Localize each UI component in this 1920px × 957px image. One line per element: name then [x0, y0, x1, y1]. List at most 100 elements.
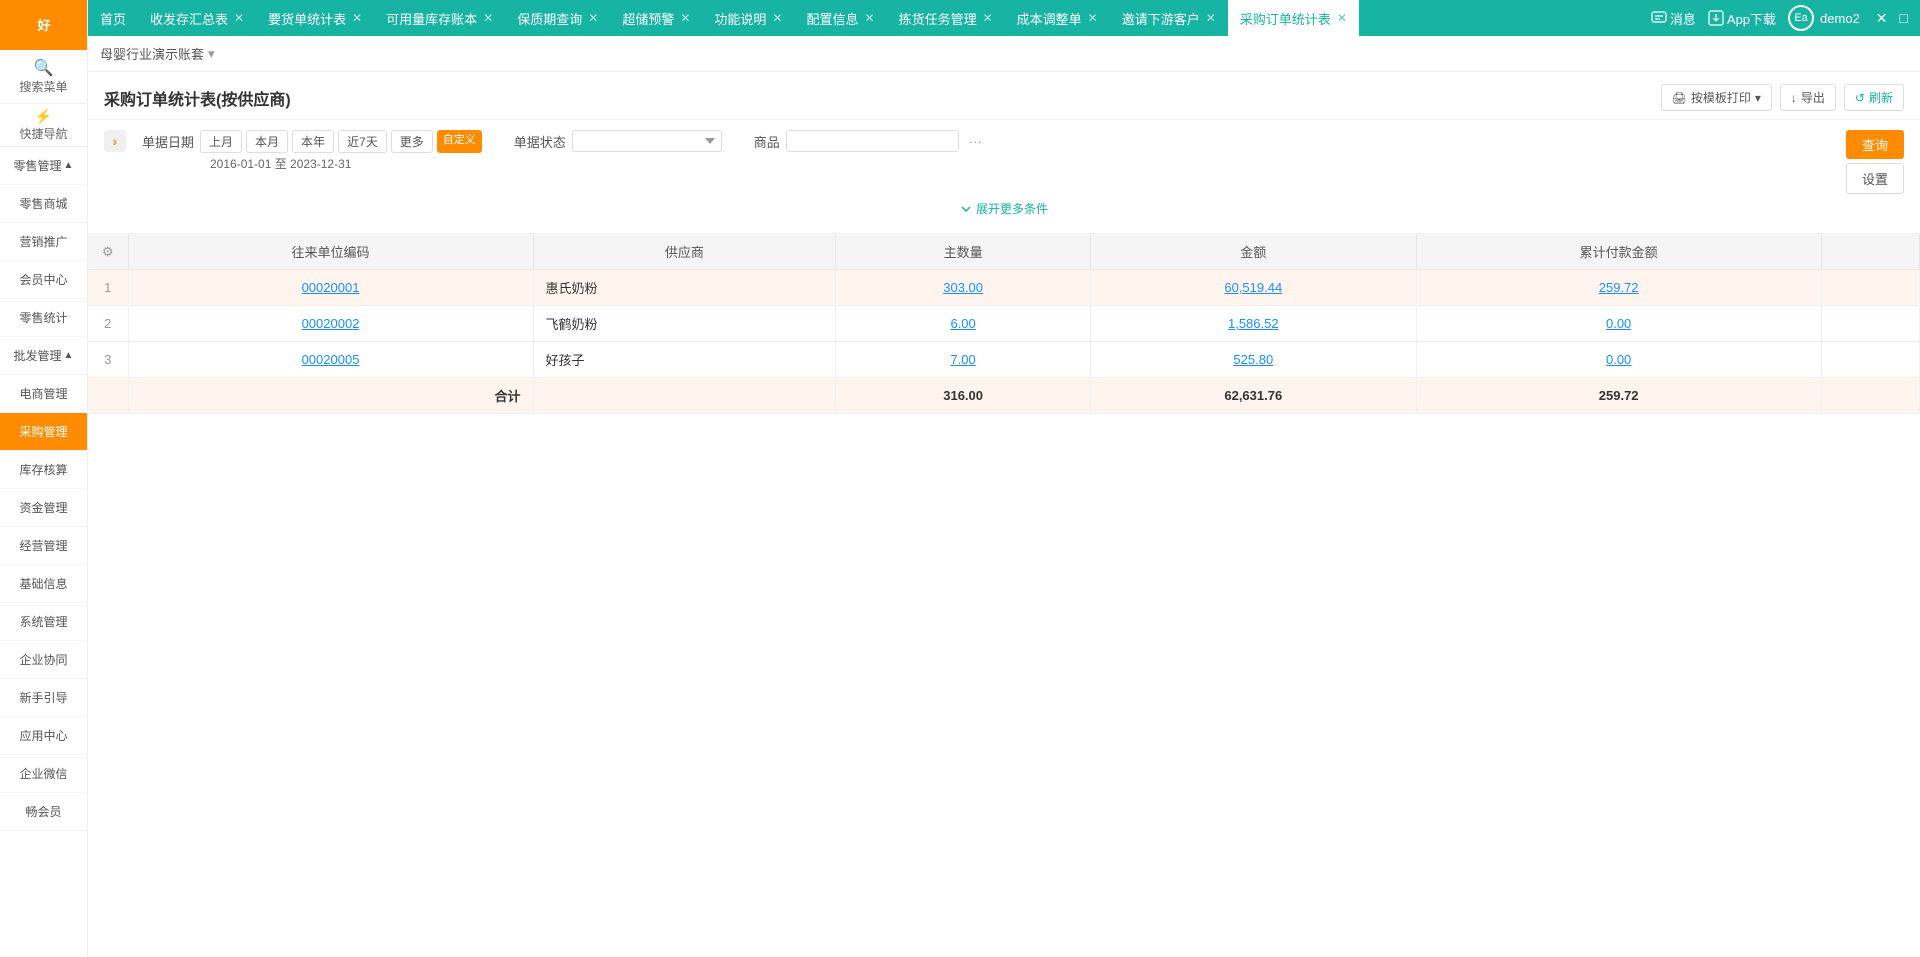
topnav-close-purchase-order-stats[interactable]: ✕ — [1337, 11, 1347, 25]
sidebar-item-wechat[interactable]: 企业微信 — [0, 755, 87, 793]
topnav-close-warranty[interactable]: ✕ — [588, 11, 598, 25]
topnav-close-invite-down[interactable]: ✕ — [1206, 11, 1216, 25]
filter-toggle-button[interactable]: › — [104, 130, 126, 152]
sidebar-item-inventory[interactable]: 库存核算 — [0, 451, 87, 489]
column-settings-icon[interactable]: ⚙ — [102, 244, 114, 259]
topnav-close-available-stock[interactable]: ✕ — [483, 11, 493, 25]
cell-amount-3[interactable]: 525.80 — [1090, 342, 1416, 378]
user-avatar[interactable]: Ea demo2 — [1788, 5, 1860, 31]
date-btn-more[interactable]: 更多 — [391, 130, 433, 153]
sidebar-item-retail-mgmt[interactable]: 零售管理▲ — [0, 147, 87, 185]
cell-extra-3 — [1821, 342, 1919, 378]
topnav-item-cost-adj[interactable]: 成本调整单✕ — [1005, 0, 1110, 36]
sidebar-item-ecommerce[interactable]: 电商管理 — [0, 375, 87, 413]
topnav-close-func-desc[interactable]: ✕ — [772, 11, 782, 25]
date-custom-badge[interactable]: 自定义 — [437, 130, 482, 153]
topnav-item-invite-down[interactable]: 邀请下游客户✕ — [1110, 0, 1228, 36]
sidebar-item-label-member2: 畅会员 — [25, 805, 61, 819]
sidebar-item-wholesale[interactable]: 批发管理▲ — [0, 337, 87, 375]
date-btn-this-month[interactable]: 本月 — [246, 130, 288, 153]
cell-paid-1[interactable]: 259.72 — [1416, 270, 1821, 306]
window-maximize-button[interactable]: □ — [1896, 6, 1912, 30]
sidebar-item-marketing[interactable]: 营销推广 — [0, 223, 87, 261]
export-button[interactable]: ↓ 导出 — [1780, 84, 1836, 111]
topnav-close-receivable[interactable]: ✕ — [234, 11, 244, 25]
sidebar-item-label-retail-stats: 零售统计 — [19, 311, 67, 325]
topnav-item-available-stock[interactable]: 可用量库存账本✕ — [374, 0, 505, 36]
sidebar-item-finance[interactable]: 资金管理 — [0, 489, 87, 527]
sidebar-item-ops[interactable]: 经营管理 — [0, 527, 87, 565]
topnav-close-pick-task[interactable]: ✕ — [983, 11, 993, 25]
cell-paid-3[interactable]: 0.00 — [1416, 342, 1821, 378]
topnav-item-warranty[interactable]: 保质期查询✕ — [505, 0, 610, 36]
expand-more-bar[interactable]: 展开更多条件 — [104, 194, 1904, 223]
cell-code-2[interactable]: 00020002 — [128, 306, 533, 342]
topnav-close-cost-adj[interactable]: ✕ — [1088, 11, 1098, 25]
col-paid: 累计付款金额 — [1416, 234, 1821, 270]
topnav-item-receivable[interactable]: 收发存汇总表✕ — [138, 0, 256, 36]
topnav-item-config[interactable]: 配置信息✕ — [794, 0, 886, 36]
topnav-item-purchase-order-stats[interactable]: 采购订单统计表✕ — [1228, 0, 1359, 36]
sidebar-item-label-ops: 经营管理 — [19, 539, 67, 553]
col-supplier: 供应商 — [533, 234, 836, 270]
cell-code-3[interactable]: 00020005 — [128, 342, 533, 378]
date-btn-last-month[interactable]: 上月 — [200, 130, 242, 153]
goods-input[interactable] — [786, 130, 959, 152]
cell-num-3: 3 — [88, 342, 128, 378]
date-btn-this-year[interactable]: 本年 — [292, 130, 334, 153]
date-btn-7days[interactable]: 近7天 — [338, 130, 387, 153]
sidebar-item-member[interactable]: 会员中心 — [0, 261, 87, 299]
sidebar-item-retail-mall[interactable]: 零售商城 — [0, 185, 87, 223]
topnav-item-pick-task[interactable]: 拣货任务管理✕ — [887, 0, 1005, 36]
col-settings[interactable]: ⚙ — [88, 234, 128, 270]
goods-more-icon[interactable]: ··· — [965, 134, 986, 149]
sidebar-search[interactable]: 🔍 搜索菜单 — [0, 50, 87, 104]
goods-filter-group: 商品 ··· — [754, 130, 986, 152]
quicknav-label: 快捷导航 — [6, 125, 81, 142]
topnav-label-overstock: 超储预警 — [622, 9, 674, 28]
table-header: ⚙ 往来单位编码 供应商 主数量 金额 累计付款金额 — [88, 234, 1920, 270]
sidebar-item-basic[interactable]: 基础信息 — [0, 565, 87, 603]
sidebar-item-member2[interactable]: 畅会员 — [0, 793, 87, 831]
date-options: 上月 本月 本年 近7天 更多 自定义 — [200, 130, 482, 153]
footer-empty-1 — [88, 378, 128, 414]
cell-qty-1[interactable]: 303.00 — [836, 270, 1091, 306]
print-icon: 🖨 — [1672, 91, 1687, 105]
topnav-item-purchase-stats[interactable]: 要货单统计表 ✕ — [256, 0, 374, 36]
cell-code-1[interactable]: 00020001 — [128, 270, 533, 306]
sidebar-item-label-basic: 基础信息 — [19, 577, 67, 591]
print-button[interactable]: 🖨 按模板打印 ▾ — [1661, 84, 1772, 111]
topnav-close-purchase-stats[interactable]: ✕ — [352, 11, 362, 25]
cell-amount-1[interactable]: 60,519.44 — [1090, 270, 1416, 306]
window-close-button[interactable]: ✕ — [1872, 6, 1892, 31]
topnav-close-overstock[interactable]: ✕ — [680, 11, 690, 25]
sidebar-item-label-retail-mgmt: 零售管理 — [14, 157, 62, 174]
cell-paid-2[interactable]: 0.00 — [1416, 306, 1821, 342]
topnav-label-home: 首页 — [100, 9, 126, 28]
topnav-item-home[interactable]: 首页 — [88, 0, 138, 36]
cell-amount-2[interactable]: 1,586.52 — [1090, 306, 1416, 342]
status-select[interactable] — [572, 130, 722, 152]
cell-qty-2[interactable]: 6.00 — [836, 306, 1091, 342]
sidebar-quicknav[interactable]: ⚡ 快捷导航 — [0, 104, 87, 147]
sidebar-item-label-appcenter: 应用中心 — [19, 729, 67, 743]
search-label: 搜索菜单 — [6, 78, 81, 95]
logo-area[interactable]: 好 — [0, 0, 87, 50]
sidebar-item-retail-stats[interactable]: 零售统计 — [0, 299, 87, 337]
col-code: 往来单位编码 — [128, 234, 533, 270]
search-button[interactable]: 查询 — [1846, 130, 1904, 159]
settings-button[interactable]: 设置 — [1846, 163, 1904, 194]
topnav-close-config[interactable]: ✕ — [865, 11, 875, 25]
sidebar-item-corp[interactable]: 企业协同 — [0, 641, 87, 679]
topnav-label-purchase-stats: 要货单统计表 — [268, 9, 346, 28]
refresh-button[interactable]: ↺ 刷新 — [1844, 84, 1904, 111]
status-filter-label: 单据状态 — [514, 132, 566, 151]
sidebar-item-system[interactable]: 系统管理 — [0, 603, 87, 641]
topnav-item-overstock[interactable]: 超储预警 ✕ — [610, 0, 702, 36]
workspace-dropdown-icon[interactable]: ▾ — [208, 46, 215, 62]
cell-qty-3[interactable]: 7.00 — [836, 342, 1091, 378]
topnav-item-func-desc[interactable]: 功能说明✕ — [702, 0, 794, 36]
sidebar-item-appcenter[interactable]: 应用中心 — [0, 717, 87, 755]
sidebar-item-purchase[interactable]: 采购管理 — [0, 413, 87, 451]
sidebar-item-guide[interactable]: 新手引导 — [0, 679, 87, 717]
